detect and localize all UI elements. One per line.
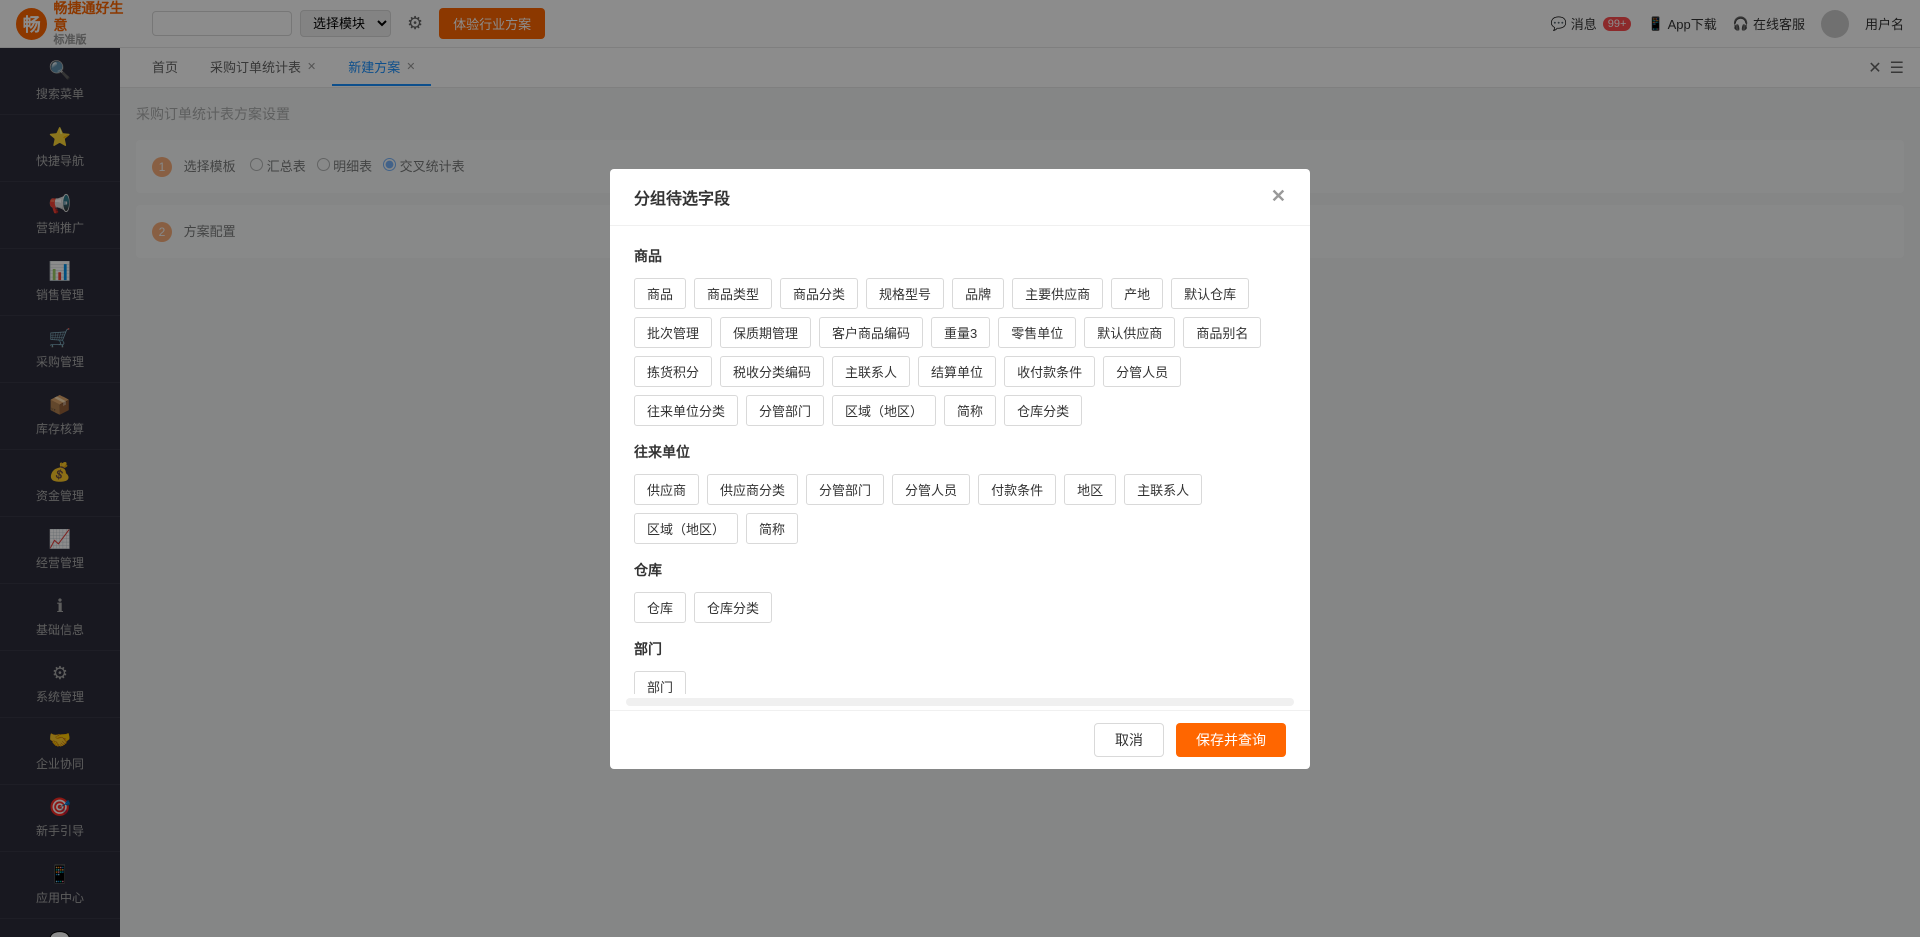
modal-close-btn[interactable]: ✕ <box>1271 186 1286 207</box>
field-tag[interactable]: 主要供应商 <box>1012 278 1103 309</box>
field-tag[interactable]: 批次管理 <box>634 317 712 348</box>
cancel-button[interactable]: 取消 <box>1094 723 1164 757</box>
field-tag[interactable]: 分管部门 <box>746 395 824 426</box>
modal-footer: 取消 保存并查询 <box>610 710 1310 769</box>
field-tag[interactable]: 分管人员 <box>1103 356 1181 387</box>
field-tag[interactable]: 简称 <box>944 395 996 426</box>
section-title-department: 部门 <box>634 639 1286 659</box>
field-tag[interactable]: 商品类型 <box>694 278 772 309</box>
field-tag[interactable]: 分管人员 <box>892 474 970 505</box>
field-tag[interactable]: 零售单位 <box>998 317 1076 348</box>
field-tag[interactable]: 收付款条件 <box>1004 356 1095 387</box>
modal-overlay: 分组待选字段 ✕ 商品 商品 商品类型 商品分类 规格型号 品牌 主要供应商 产… <box>0 0 1920 937</box>
section-title-warehouse: 仓库 <box>634 560 1286 580</box>
field-tag[interactable]: 商品分类 <box>780 278 858 309</box>
modal-header: 分组待选字段 ✕ <box>610 169 1310 226</box>
modal-body[interactable]: 商品 商品 商品类型 商品分类 规格型号 品牌 主要供应商 产地 默认仓库 批次… <box>610 226 1310 694</box>
horizontal-scrollbar[interactable] <box>626 698 1294 706</box>
field-tag[interactable]: 简称 <box>746 513 798 544</box>
field-tag[interactable]: 仓库分类 <box>1004 395 1082 426</box>
field-grid-department: 部门 <box>634 671 1286 694</box>
field-tag[interactable]: 主联系人 <box>1124 474 1202 505</box>
field-tag[interactable]: 保质期管理 <box>720 317 811 348</box>
field-tag[interactable]: 仓库分类 <box>694 592 772 623</box>
section-title-products: 商品 <box>634 246 1286 266</box>
field-tag[interactable]: 付款条件 <box>978 474 1056 505</box>
field-tag[interactable]: 往来单位分类 <box>634 395 738 426</box>
field-tag[interactable]: 税收分类编码 <box>720 356 824 387</box>
modal: 分组待选字段 ✕ 商品 商品 商品类型 商品分类 规格型号 品牌 主要供应商 产… <box>610 169 1310 769</box>
field-tag[interactable]: 默认仓库 <box>1171 278 1249 309</box>
section-title-contacts: 往来单位 <box>634 442 1286 462</box>
field-tag[interactable]: 商品 <box>634 278 686 309</box>
field-grid-warehouse: 仓库 仓库分类 <box>634 592 1286 623</box>
field-grid-products: 商品 商品类型 商品分类 规格型号 品牌 主要供应商 产地 默认仓库 批次管理 … <box>634 278 1286 426</box>
field-tag[interactable]: 结算单位 <box>918 356 996 387</box>
field-tag[interactable]: 区域（地区） <box>832 395 936 426</box>
field-tag[interactable]: 客户商品编码 <box>819 317 923 348</box>
modal-title: 分组待选字段 <box>634 185 730 209</box>
field-tag[interactable]: 主联系人 <box>832 356 910 387</box>
field-tag[interactable]: 产地 <box>1111 278 1163 309</box>
save-query-button[interactable]: 保存并查询 <box>1176 723 1286 757</box>
field-tag[interactable]: 商品别名 <box>1183 317 1261 348</box>
field-tag[interactable]: 默认供应商 <box>1084 317 1175 348</box>
field-tag[interactable]: 仓库 <box>634 592 686 623</box>
field-tag[interactable]: 分管部门 <box>806 474 884 505</box>
field-tag[interactable]: 部门 <box>634 671 686 694</box>
field-tag[interactable]: 地区 <box>1064 474 1116 505</box>
field-tag[interactable]: 重量3 <box>931 317 990 348</box>
field-tag[interactable]: 供应商分类 <box>707 474 798 505</box>
field-tag[interactable]: 区域（地区） <box>634 513 738 544</box>
field-tag[interactable]: 品牌 <box>952 278 1004 309</box>
field-tag[interactable]: 供应商 <box>634 474 699 505</box>
field-grid-contacts: 供应商 供应商分类 分管部门 分管人员 付款条件 地区 主联系人 区域（地区） … <box>634 474 1286 544</box>
field-tag[interactable]: 拣货积分 <box>634 356 712 387</box>
field-tag[interactable]: 规格型号 <box>866 278 944 309</box>
